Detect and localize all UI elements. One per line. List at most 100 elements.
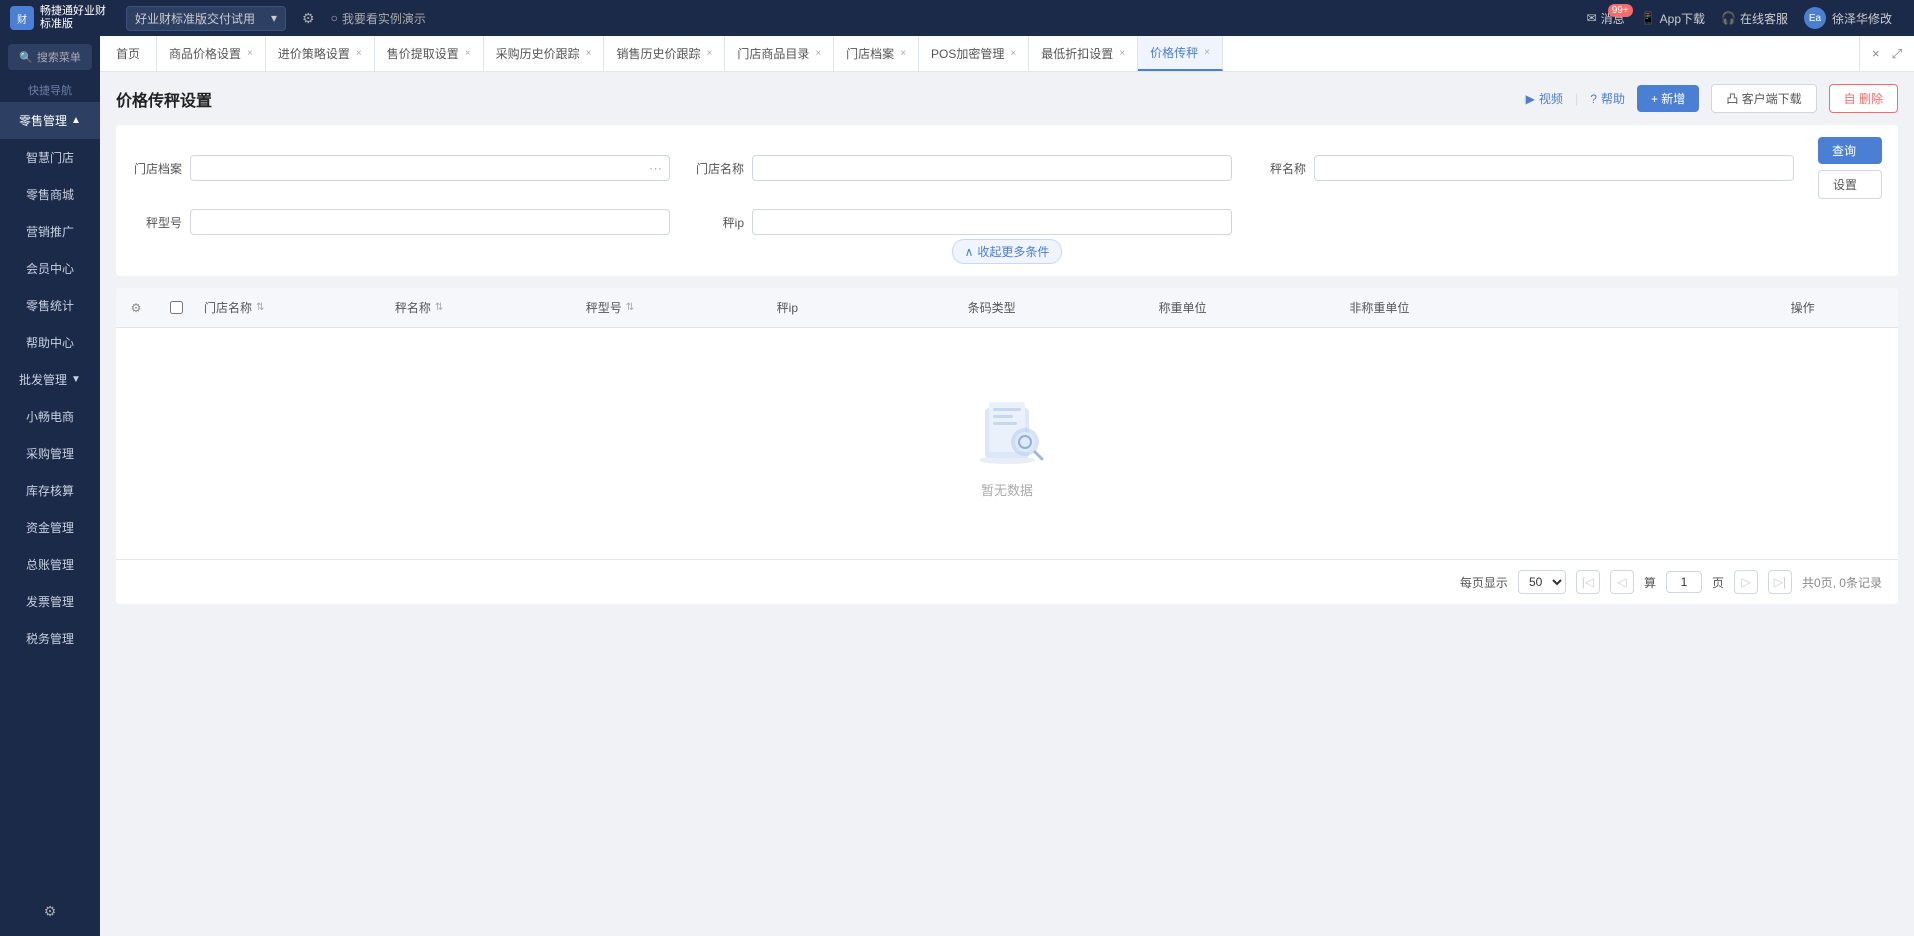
store-name-input[interactable] (752, 155, 1232, 181)
sidebar-item-member[interactable]: 会员中心 (0, 250, 100, 287)
sidebar-item-retail-mall[interactable]: 零售商城 (0, 176, 100, 213)
th-scale-name[interactable]: 秤名称 ⇅ (387, 299, 578, 316)
sidebar-item-tax[interactable]: 税务管理 (0, 620, 100, 657)
page-content: 价格传秤设置 ▶ 视频 | ? 帮助 + 新增 凸 客户端下载 (100, 72, 1914, 936)
th-barcode-type: 条码类型 (960, 299, 1151, 316)
th-scale-model[interactable]: 秤型号 ⇅ (578, 299, 769, 316)
help-icon: ? (1590, 92, 1597, 106)
gear-icon: ⚙ (44, 903, 57, 919)
total-info: 共0页, 0条记录 (1802, 574, 1882, 591)
tab-purchase-strategy[interactable]: 进价策略设置 × (266, 36, 375, 71)
header-settings-icon[interactable]: ⚙ (302, 10, 315, 27)
page-label: 算 (1644, 574, 1656, 591)
sidebar-item-ledger[interactable]: 总账管理 (0, 546, 100, 583)
set-button[interactable]: 设置 (1818, 170, 1882, 199)
video-link[interactable]: ▶ 视频 (1526, 90, 1563, 107)
sidebar-item-retail[interactable]: 零售管理 ▲ (0, 102, 100, 139)
close-tab-button[interactable]: × (1868, 44, 1884, 63)
store-file-input[interactable] (190, 155, 670, 181)
tab-price-settings[interactable]: 商品价格设置 × (157, 36, 266, 71)
sidebar-item-smart-store[interactable]: 智慧门店 (0, 139, 100, 176)
column-settings-icon[interactable]: ⚙ (116, 301, 156, 315)
sidebar-item-marketing[interactable]: 营销推广 (0, 213, 100, 250)
scale-model-label: 秤型号 (132, 214, 182, 231)
delete-button[interactable]: 自 删除 (1829, 84, 1898, 113)
main-layout: 🔍 搜索菜单 快捷导航 零售管理 ▲ 智慧门店 零售商城 营销推广 会员中心 零… (0, 36, 1914, 936)
store-file-field: 门店档案 ··· (132, 155, 670, 181)
demo-link[interactable]: ○ 我要看实例演示 (331, 10, 426, 27)
app-download-button[interactable]: 📱 App下载 (1641, 10, 1705, 27)
sidebar-item-retail-stats[interactable]: 零售统计 (0, 287, 100, 324)
per-page-label: 每页显示 (1460, 574, 1508, 591)
sort-icon: ⇅ (256, 302, 264, 313)
tab-store-file[interactable]: 门店档案 × (834, 36, 919, 71)
th-weight-unit: 称重单位 (1150, 299, 1341, 316)
tab-bar-actions: × ⤢ (1859, 36, 1914, 71)
chevron-up-icon: ▲ (71, 115, 81, 126)
next-page-button[interactable]: ▷ (1734, 570, 1758, 594)
tab-close-min-discount[interactable]: × (1119, 48, 1125, 59)
scale-ip-label: 秤ip (694, 214, 744, 231)
tab-close-price-scale[interactable]: × (1204, 47, 1210, 58)
sidebar-item-help[interactable]: 帮助中心 (0, 324, 100, 361)
tab-close-store-file[interactable]: × (900, 48, 906, 59)
message-icon: ✉ (1587, 11, 1597, 25)
per-page-select[interactable]: 50 (1518, 570, 1566, 594)
scale-ip-input[interactable] (752, 209, 1232, 235)
tab-purchase-history[interactable]: 采购历史价跟踪 × (484, 36, 605, 71)
tab-close-pos[interactable]: × (1010, 48, 1016, 59)
tab-store-catalog[interactable]: 门店商品目录 × (725, 36, 834, 71)
user-menu[interactable]: Ea 徐泽华修改 (1804, 7, 1892, 29)
select-all-checkbox[interactable] (170, 301, 183, 314)
scale-name-input[interactable] (1314, 155, 1794, 181)
first-page-button[interactable]: |◁ (1576, 570, 1600, 594)
scale-model-input[interactable] (190, 209, 670, 235)
tab-price-scale[interactable]: 价格传秤 × (1138, 36, 1223, 71)
sidebar-item-invoice[interactable]: 发票管理 (0, 583, 100, 620)
collapse-button[interactable]: ∧ 收起更多条件 (952, 239, 1063, 264)
help-link[interactable]: ? 帮助 (1590, 90, 1625, 107)
th-checkbox[interactable] (156, 301, 196, 314)
tab-bar: 首页 商品价格设置 × 进价策略设置 × 售价提取设置 × 采购历史价跟踪 × (100, 36, 1914, 72)
empty-state: 暂无数据 (116, 328, 1898, 559)
messages-badge: 99+ (1608, 4, 1633, 17)
sidebar-item-wholesale[interactable]: 批发管理 ▼ (0, 361, 100, 398)
more-icon[interactable]: ··· (649, 161, 662, 176)
sidebar-item-finance[interactable]: 资金管理 (0, 509, 100, 546)
th-store-name[interactable]: 门店名称 ⇅ (196, 299, 387, 316)
tab-close-purchase-history[interactable]: × (586, 48, 592, 59)
tab-pos[interactable]: POS加密管理 × (919, 36, 1029, 71)
tab-min-discount[interactable]: 最低折扣设置 × (1029, 36, 1138, 71)
version-selector[interactable]: 好业财标准版交付试用 ▾ (126, 6, 286, 31)
empty-illustration (967, 388, 1047, 468)
tab-sales-history[interactable]: 销售历史价跟踪 × (604, 36, 725, 71)
tab-close-store-catalog[interactable]: × (815, 48, 821, 59)
table-header: ⚙ 门店名称 ⇅ 秤名称 ⇅ 秤型号 ⇅ (116, 288, 1898, 328)
pagination-bar: 每页显示 50 |◁ ◁ 算 页 ▷ ▷| 共0页, 0条记录 (116, 559, 1898, 604)
tab-sale-price[interactable]: 售价提取设置 × (375, 36, 484, 71)
page-input[interactable] (1666, 571, 1702, 593)
sidebar-search[interactable]: 🔍 搜索菜单 (0, 36, 100, 78)
sidebar: 🔍 搜索菜单 快捷导航 零售管理 ▲ 智慧门店 零售商城 营销推广 会员中心 零… (0, 36, 100, 936)
tab-close-price-settings[interactable]: × (247, 48, 253, 59)
tab-close-sale-price[interactable]: × (465, 48, 471, 59)
table-container: ⚙ 门店名称 ⇅ 秤名称 ⇅ 秤型号 ⇅ (116, 288, 1898, 604)
sidebar-item-purchase[interactable]: 采购管理 (0, 435, 100, 472)
tab-close-sales-history[interactable]: × (706, 48, 712, 59)
tab-close-purchase-strategy[interactable]: × (356, 48, 362, 59)
download-button[interactable]: 凸 客户端下载 (1711, 84, 1816, 113)
messages-button[interactable]: ✉ 消息 99+ (1587, 10, 1625, 27)
scale-name-label: 秤名称 (1256, 160, 1306, 177)
prev-page-button[interactable]: ◁ (1610, 570, 1634, 594)
restore-tab-button[interactable]: ⤢ (1888, 44, 1906, 64)
query-button[interactable]: 查询 (1818, 137, 1882, 164)
online-service-button[interactable]: 🎧 在线客服 (1721, 10, 1788, 27)
form-row-2: 秤型号 秤ip (132, 209, 1882, 235)
add-button[interactable]: + 新增 (1637, 85, 1699, 112)
sidebar-item-ecommerce[interactable]: 小畅电商 (0, 398, 100, 435)
last-page-button[interactable]: ▷| (1768, 570, 1792, 594)
sidebar-settings-button[interactable]: ⚙ (0, 895, 100, 928)
sidebar-item-inventory[interactable]: 库存核算 (0, 472, 100, 509)
tab-home[interactable]: 首页 (100, 36, 157, 71)
header-right: ✉ 消息 99+ 📱 App下载 🎧 在线客服 Ea 徐泽华修改 (1587, 7, 1904, 29)
